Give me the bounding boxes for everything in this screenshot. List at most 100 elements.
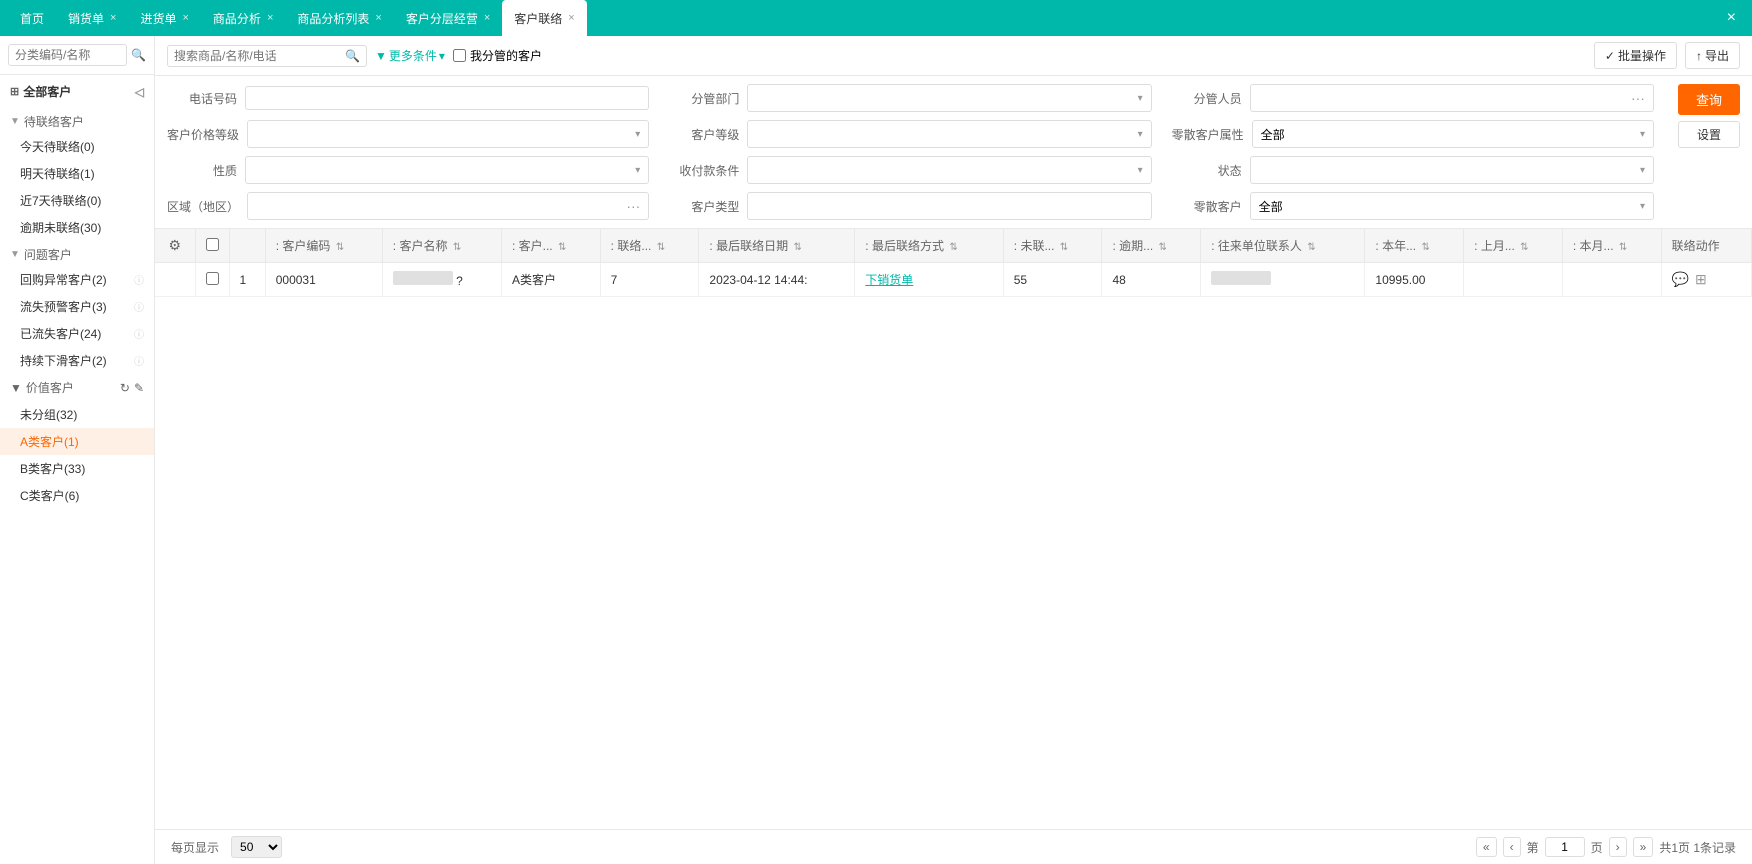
- retail-customer-select[interactable]: 全部 ▾: [1250, 192, 1654, 220]
- nature-select[interactable]: ▾: [245, 156, 649, 184]
- nature-label: 性质: [167, 162, 237, 179]
- sidebar-search-icon[interactable]: 🔍: [131, 48, 146, 62]
- contact-method-link[interactable]: 下销货单: [865, 273, 913, 287]
- prev-page-btn[interactable]: ‹: [1503, 837, 1521, 857]
- sidebar-item-churn-warning[interactable]: 流失预警客户(3) ⓘ: [0, 293, 154, 320]
- close-purchase-order[interactable]: ×: [182, 12, 188, 24]
- nav-purchase-order[interactable]: 进货单 ×: [128, 0, 200, 36]
- first-page-btn[interactable]: «: [1476, 837, 1497, 857]
- filter-actions: ✓ 批量操作 ↑ 导出: [1594, 42, 1740, 69]
- sort-icon-type[interactable]: ⇅: [558, 242, 566, 253]
- sort-icon-overdue[interactable]: ⇅: [1159, 242, 1167, 253]
- sidebar-item-class-b[interactable]: B类客户(33): [0, 455, 154, 482]
- sidebar-item-7days[interactable]: 近7天待联络(0): [0, 187, 154, 214]
- sort-icon-lastmonth[interactable]: ⇅: [1520, 242, 1528, 253]
- nav-sales-order[interactable]: 销货单 ×: [56, 0, 128, 36]
- sort-icon-contact[interactable]: ⇅: [657, 242, 665, 253]
- filter-search-input[interactable]: [174, 49, 341, 63]
- filter-more-conditions[interactable]: ▼ 更多条件 ▾: [375, 47, 445, 64]
- page-size-label: 每页显示: [171, 839, 219, 856]
- chevron-down-icon: ▾: [439, 49, 445, 63]
- payment-select[interactable]: ▾: [747, 156, 1151, 184]
- sidebar-item-declining[interactable]: 持续下滑客户(2) ⓘ: [0, 347, 154, 374]
- select-all-checkbox[interactable]: [206, 238, 219, 251]
- close-product-analysis-list[interactable]: ×: [375, 12, 381, 24]
- customer-level-select[interactable]: ▾: [747, 120, 1151, 148]
- content-area: 🔍 ▼ 更多条件 ▾ 我分管的客户 ✓ 批量操作 ↑ 导出: [155, 36, 1752, 864]
- filter-payment: 收付款条件 ▾: [669, 156, 1151, 184]
- col-overdue: : 逾期... ⇅: [1102, 229, 1201, 263]
- nav-product-analysis-list[interactable]: 商品分析列表 ×: [285, 0, 393, 36]
- sidebar-item-overdue[interactable]: 逾期未联络(30): [0, 214, 154, 241]
- sort-icon-method[interactable]: ⇅: [949, 242, 957, 253]
- customer-type-select[interactable]: [747, 192, 1151, 220]
- close-customer-contact[interactable]: ×: [568, 12, 574, 24]
- last-page-btn[interactable]: »: [1633, 837, 1654, 857]
- nav-home[interactable]: 首页: [8, 0, 56, 36]
- region-select[interactable]: ···: [247, 192, 649, 220]
- sort-icon-name[interactable]: ⇅: [453, 242, 461, 253]
- sidebar-search-input[interactable]: [8, 44, 127, 66]
- edit-icon[interactable]: ✎: [134, 381, 144, 395]
- price-tier-select[interactable]: ▾: [247, 120, 649, 148]
- row-actions: 💬 ⊞: [1672, 271, 1741, 288]
- query-button[interactable]: 查询: [1678, 84, 1740, 115]
- bottom-bar: 每页显示 50 100 200 « ‹ 第 页 › » 共1页 1条记录: [155, 829, 1752, 864]
- manager-select[interactable]: ···: [1250, 84, 1654, 112]
- sidebar-item-tomorrow[interactable]: 明天待联络(1): [0, 160, 154, 187]
- sidebar-item-repurchase[interactable]: 回购异常客户(2) ⓘ: [0, 266, 154, 293]
- filter-row-3: 性质 ▾ 收付款条件 ▾: [167, 156, 1654, 184]
- close-sales-order[interactable]: ×: [110, 12, 116, 24]
- my-customers-checkbox[interactable]: [453, 49, 466, 62]
- more-dots-icon[interactable]: ···: [1631, 90, 1645, 106]
- export-button[interactable]: ↑ 导出: [1685, 42, 1740, 69]
- filter-row-2: 客户价格等级 ▾ 客户等级 ▾: [167, 120, 1654, 148]
- sidebar-item-unclassified[interactable]: 未分组(32): [0, 401, 154, 428]
- row-checkbox[interactable]: [206, 272, 219, 285]
- nav-product-analysis[interactable]: 商品分析 ×: [201, 0, 285, 36]
- settings-button[interactable]: 设置: [1678, 121, 1740, 148]
- refresh-icon[interactable]: ↻: [120, 381, 130, 395]
- sidebar-item-class-a[interactable]: A类客户(1): [0, 428, 154, 455]
- sort-icon-code[interactable]: ⇅: [336, 242, 344, 253]
- nav-customer-tier[interactable]: 客户分层经营 ×: [394, 0, 502, 36]
- filter-region: 区域（地区） ···: [167, 192, 649, 220]
- phone-input[interactable]: [245, 86, 649, 110]
- nav-customer-contact[interactable]: 客户联络 ×: [502, 0, 586, 36]
- next-page-btn[interactable]: ›: [1609, 837, 1627, 857]
- status-select[interactable]: ▾: [1250, 156, 1654, 184]
- sidebar-group-problem[interactable]: ▼ 问题客户: [0, 241, 154, 266]
- arrow-down-icon2: ▼: [10, 249, 20, 260]
- close-customer-tier[interactable]: ×: [484, 12, 490, 24]
- chevron-down-icon7: ▾: [1138, 165, 1143, 176]
- sort-icon-nocontact[interactable]: ⇅: [1060, 242, 1068, 253]
- sidebar-item-today[interactable]: 今天待联络(0): [0, 133, 154, 160]
- filter-search-icon[interactable]: 🔍: [345, 49, 360, 63]
- sort-icon-thismonth[interactable]: ⇅: [1619, 242, 1627, 253]
- row-type-cell: A类客户: [501, 263, 600, 297]
- collapse-icon[interactable]: ◁: [135, 85, 144, 99]
- sidebar-item-class-c[interactable]: C类客户(6): [0, 482, 154, 509]
- col-contact: : 联络... ⇅: [600, 229, 699, 263]
- close-product-analysis[interactable]: ×: [267, 12, 273, 24]
- more-dots-icon2[interactable]: ···: [626, 198, 640, 214]
- contact-icon-btn[interactable]: 💬: [1672, 271, 1689, 288]
- sidebar-item-churned[interactable]: 已流失客户(24) ⓘ: [0, 320, 154, 347]
- sort-icon-prev[interactable]: ⇅: [1307, 242, 1315, 253]
- page-size-select[interactable]: 50 100 200: [231, 836, 282, 858]
- dept-select[interactable]: ▾: [747, 84, 1151, 112]
- qr-icon-btn[interactable]: ⊞: [1695, 271, 1707, 288]
- retail-attr-select[interactable]: 全部 ▾: [1252, 120, 1654, 148]
- sidebar-all-customers[interactable]: ⊞ 全部客户 ◁: [0, 75, 154, 108]
- sort-icon-date[interactable]: ⇅: [793, 242, 801, 253]
- table-settings-icon[interactable]: ⚙: [168, 237, 181, 253]
- my-customers-checkbox-label[interactable]: 我分管的客户: [453, 47, 542, 64]
- page-input[interactable]: [1545, 837, 1585, 857]
- sidebar-group-pending[interactable]: ▼ 待联络客户: [0, 108, 154, 133]
- close-all-tabs[interactable]: ×: [1719, 9, 1744, 27]
- sort-icon-year[interactable]: ⇅: [1421, 242, 1429, 253]
- main-layout: 🔍 ⊞ 全部客户 ◁ ▼ 待联络客户 今天待联络(0) 明天待联络(1) 近7天…: [0, 36, 1752, 864]
- chevron-down-icon9: ▾: [1640, 201, 1645, 212]
- sidebar-group-value[interactable]: ▼ 价值客户 ↻ ✎: [0, 374, 154, 401]
- batch-op-button[interactable]: ✓ 批量操作: [1594, 42, 1677, 69]
